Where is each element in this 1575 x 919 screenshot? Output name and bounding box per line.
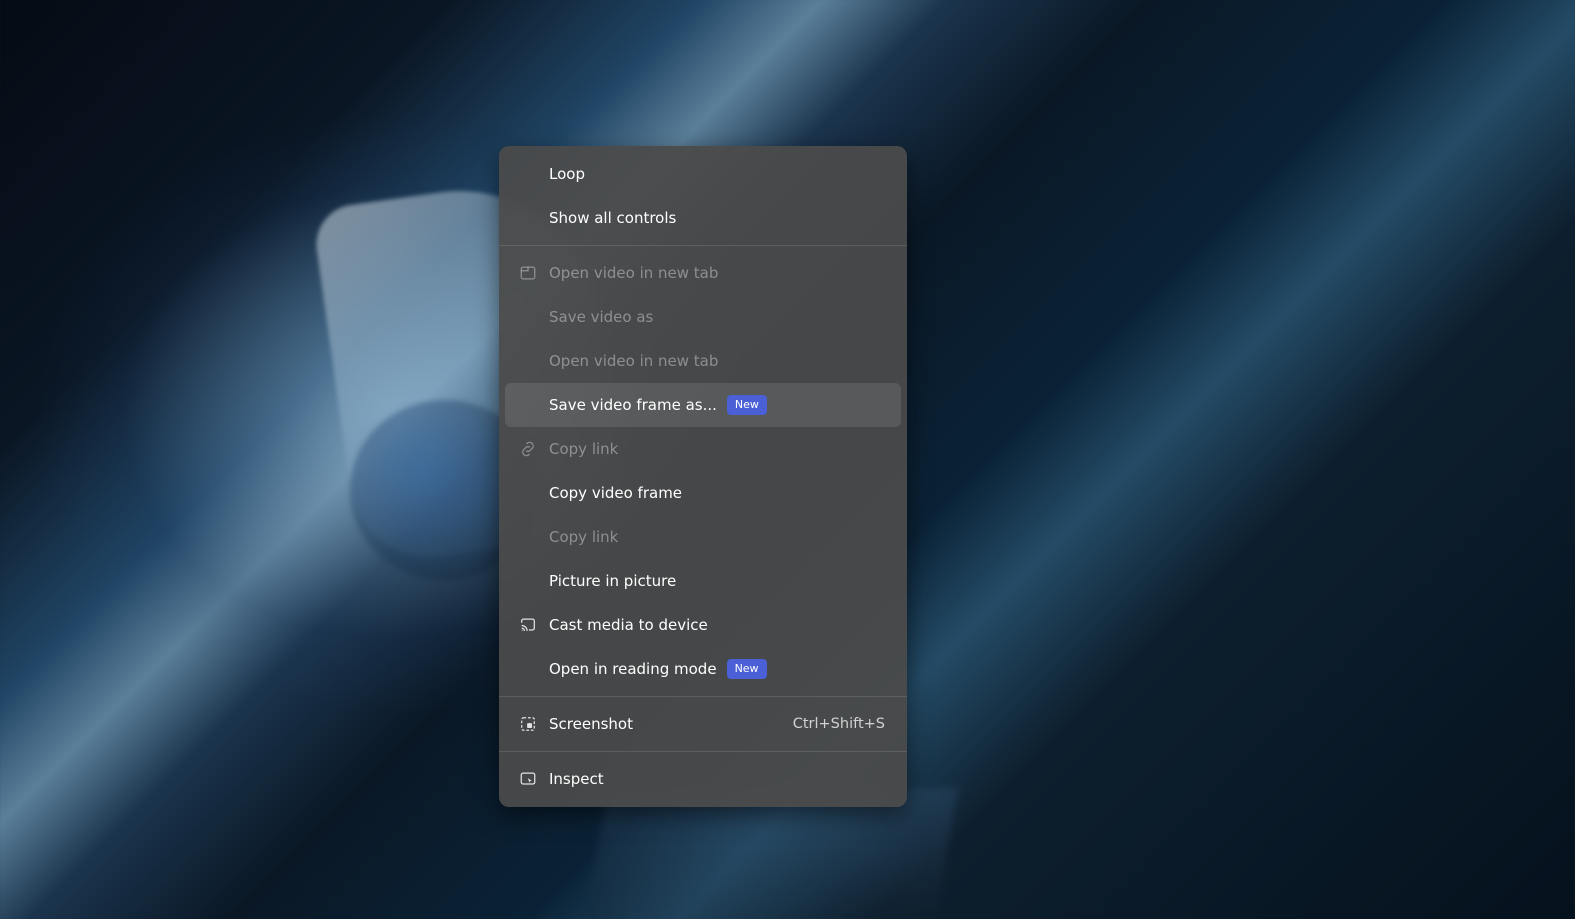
menu-label: Save video frame as... xyxy=(549,396,717,414)
menu-item-open-video-new-tab-2: Open video in new tab xyxy=(505,339,901,383)
menu-label: Inspect xyxy=(549,770,604,788)
menu-item-screenshot[interactable]: Screenshot Ctrl+Shift+S xyxy=(505,702,901,746)
new-badge: New xyxy=(727,659,767,678)
inspect-icon xyxy=(519,770,549,788)
menu-item-save-video-as: Save video as xyxy=(505,295,901,339)
new-badge: New xyxy=(727,395,767,414)
menu-item-cast-media[interactable]: Cast media to device xyxy=(505,603,901,647)
menu-divider xyxy=(499,751,907,752)
menu-item-open-reading-mode[interactable]: Open in reading mode New xyxy=(505,647,901,691)
menu-item-open-video-new-tab: Open video in new tab xyxy=(505,251,901,295)
menu-label: Copy video frame xyxy=(549,484,682,502)
tab-icon xyxy=(519,264,549,282)
screenshot-icon xyxy=(519,715,549,733)
menu-shortcut: Ctrl+Shift+S xyxy=(793,716,885,732)
menu-item-loop[interactable]: Loop xyxy=(505,152,901,196)
menu-label: Loop xyxy=(549,165,585,183)
menu-divider xyxy=(499,696,907,697)
menu-label: Copy link xyxy=(549,528,618,546)
menu-item-inspect[interactable]: Inspect xyxy=(505,757,901,801)
menu-label: Screenshot xyxy=(549,715,633,733)
menu-label: Open video in new tab xyxy=(549,264,718,282)
menu-divider xyxy=(499,245,907,246)
menu-label: Cast media to device xyxy=(549,616,708,634)
menu-label: Open video in new tab xyxy=(549,352,718,370)
menu-label: Picture in picture xyxy=(549,572,676,590)
menu-item-copy-link: Copy link xyxy=(505,427,901,471)
menu-item-copy-link-2: Copy link xyxy=(505,515,901,559)
menu-label: Open in reading mode xyxy=(549,660,717,678)
background-shape xyxy=(582,788,958,919)
link-icon xyxy=(519,440,549,458)
menu-item-picture-in-picture[interactable]: Picture in picture xyxy=(505,559,901,603)
video-context-menu: Loop Show all controls Open video in new… xyxy=(499,146,907,807)
menu-label: Copy link xyxy=(549,440,618,458)
menu-item-save-video-frame-as[interactable]: Save video frame as... New xyxy=(505,383,901,427)
menu-item-copy-video-frame[interactable]: Copy video frame xyxy=(505,471,901,515)
menu-label: Show all controls xyxy=(549,209,676,227)
menu-label: Save video as xyxy=(549,308,653,326)
menu-item-show-all-controls[interactable]: Show all controls xyxy=(505,196,901,240)
cast-icon xyxy=(519,616,549,634)
